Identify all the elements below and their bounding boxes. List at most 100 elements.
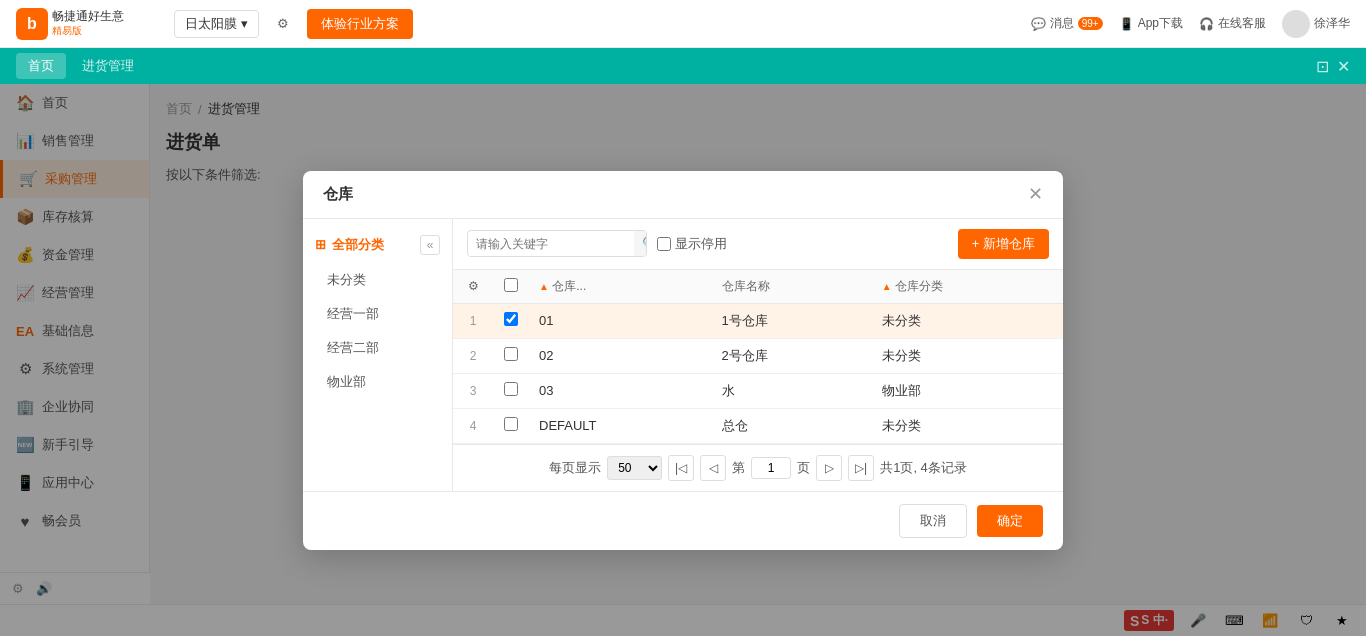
- modal-close-button[interactable]: ✕: [1028, 185, 1043, 203]
- row-code-2: 02: [529, 338, 712, 373]
- cat-item-property[interactable]: 物业部: [303, 365, 452, 399]
- settings-icon-button[interactable]: ⚙: [267, 8, 299, 40]
- modal-main-panel: 🔍 显示停用 + 新增仓库 ⚙: [453, 219, 1063, 491]
- dropdown-chevron-icon: ▾: [241, 16, 248, 31]
- user-name: 徐泽华: [1314, 15, 1350, 32]
- select-all-checkbox[interactable]: [504, 278, 518, 292]
- header-right: 💬 消息 99+ 📱 App下载 🎧 在线客服 徐泽华: [1031, 10, 1350, 38]
- modal-footer: 取消 确定: [303, 491, 1063, 550]
- row-num-4: 4: [453, 408, 493, 443]
- cat-item-dept2[interactable]: 经营二部: [303, 331, 452, 365]
- cat-item-dept1[interactable]: 经营一部: [303, 297, 452, 331]
- all-categories-button[interactable]: ⊞ 全部分类: [315, 236, 384, 254]
- row-name-3: 水: [712, 373, 872, 408]
- search-button[interactable]: 🔍: [634, 231, 647, 256]
- row-num-2: 2: [453, 338, 493, 373]
- logo-icon: b: [16, 8, 48, 40]
- row-cb-4: [493, 408, 529, 443]
- row-category-4: 未分类: [872, 408, 1063, 443]
- prev-page-button[interactable]: ◁: [700, 455, 726, 481]
- online-service-item[interactable]: 🎧 在线客服: [1199, 15, 1266, 32]
- row-cb-2: [493, 338, 529, 373]
- row-num-3: 3: [453, 373, 493, 408]
- category-sidebar: ⊞ 全部分类 « 未分类 经营一部 经营二部 物业部: [303, 219, 453, 491]
- avatar: [1282, 10, 1310, 38]
- row-category-1: 未分类: [872, 303, 1063, 338]
- app-download-label: App下载: [1138, 15, 1183, 32]
- row-category-2: 未分类: [872, 338, 1063, 373]
- last-page-button[interactable]: ▷|: [848, 455, 874, 481]
- row-checkbox-2[interactable]: [504, 347, 518, 361]
- row-name-4: 总仓: [712, 408, 872, 443]
- th-category: ▲ 仓库分类: [872, 270, 1063, 304]
- add-warehouse-button[interactable]: + 新增仓库: [958, 229, 1049, 259]
- sub-nav-purchase[interactable]: 进货管理: [70, 53, 146, 79]
- gear-icon: ⚙: [277, 16, 289, 31]
- category-collapse-button[interactable]: «: [420, 235, 440, 255]
- pagination-bar: 每页显示 50 20 100 |◁ ◁ 第 页 ▷ ▷| 共1页, 4: [453, 444, 1063, 491]
- window-restore-icon[interactable]: ⊡: [1316, 57, 1329, 76]
- all-categories-label: 全部分类: [332, 236, 384, 254]
- top-header: b 畅捷通好生意 精易版 日太阳膜 ▾ ⚙ 体验行业方案 💬 消息 99+ 📱 …: [0, 0, 1366, 48]
- table-row[interactable]: 1 01 1号仓库 未分类: [453, 303, 1063, 338]
- first-page-button[interactable]: |◁: [668, 455, 694, 481]
- row-code-4: DEFAULT: [529, 408, 712, 443]
- row-checkbox-1[interactable]: [504, 312, 518, 326]
- row-code-3: 03: [529, 373, 712, 408]
- page-label: 页: [797, 459, 810, 477]
- notification-label: 消息: [1050, 15, 1074, 32]
- page-number-input[interactable]: [751, 457, 791, 479]
- th-checkbox: [493, 270, 529, 304]
- confirm-button[interactable]: 确定: [977, 505, 1043, 537]
- row-category-3: 物业部: [872, 373, 1063, 408]
- th-settings: ⚙: [453, 270, 493, 304]
- show-disabled-toggle[interactable]: 显示停用: [657, 235, 727, 253]
- notification-item[interactable]: 💬 消息 99+: [1031, 15, 1103, 32]
- online-service-label: 在线客服: [1218, 15, 1266, 32]
- row-num-1: 1: [453, 303, 493, 338]
- th-name: 仓库名称: [712, 270, 872, 304]
- cat-header: ⊞ 全部分类 «: [303, 227, 452, 263]
- row-cb-1: [493, 303, 529, 338]
- search-box: 🔍: [467, 230, 647, 257]
- app-icon: 📱: [1119, 17, 1134, 31]
- store-selector[interactable]: 日太阳膜 ▾: [174, 10, 259, 38]
- show-disabled-checkbox[interactable]: [657, 237, 671, 251]
- page-label-pre: 第: [732, 459, 745, 477]
- table-row[interactable]: 2 02 2号仓库 未分类: [453, 338, 1063, 373]
- logo-sub: 精易版: [52, 24, 124, 38]
- window-close-icon[interactable]: ✕: [1337, 57, 1350, 76]
- logo-text: 畅捷通好生意: [52, 9, 124, 25]
- row-checkbox-3[interactable]: [504, 382, 518, 396]
- sub-header: 首页 进货管理 ⊡ ✕: [0, 48, 1366, 84]
- cat-item-unclassified[interactable]: 未分类: [303, 263, 452, 297]
- row-name-2: 2号仓库: [712, 338, 872, 373]
- table-row[interactable]: 4 DEFAULT 总仓 未分类: [453, 408, 1063, 443]
- next-page-button[interactable]: ▷: [816, 455, 842, 481]
- per-page-label: 每页显示: [549, 459, 601, 477]
- row-cb-3: [493, 373, 529, 408]
- row-name-1: 1号仓库: [712, 303, 872, 338]
- show-disabled-label: 显示停用: [675, 235, 727, 253]
- search-input[interactable]: [468, 232, 634, 256]
- app-download-item[interactable]: 📱 App下载: [1119, 15, 1183, 32]
- store-name: 日太阳膜: [185, 15, 237, 33]
- modal-toolbar: 🔍 显示停用 + 新增仓库: [453, 219, 1063, 270]
- cancel-button[interactable]: 取消: [899, 504, 967, 538]
- per-page-select[interactable]: 50 20 100: [607, 456, 662, 480]
- user-profile-item[interactable]: 徐泽华: [1282, 10, 1350, 38]
- modal-header: 仓库 ✕: [303, 171, 1063, 219]
- warehouse-modal: 仓库 ✕ ⊞ 全部分类 « 未分类 经营一部 经营二部: [303, 171, 1063, 550]
- notification-badge: 99+: [1078, 17, 1103, 30]
- pagination-summary: 共1页, 4条记录: [880, 459, 967, 477]
- main-layout: 🏠 首页 📊 销售管理 🛒 采购管理 📦 库存核算 💰 资金管理 📈 经营管理 …: [0, 84, 1366, 636]
- modal-overlay: 仓库 ✕ ⊞ 全部分类 « 未分类 经营一部 经营二部: [0, 84, 1366, 636]
- table-row[interactable]: 3 03 水 物业部: [453, 373, 1063, 408]
- sort-icon-cat: ▲: [882, 281, 892, 292]
- modal-body: ⊞ 全部分类 « 未分类 经营一部 经营二部 物业部: [303, 219, 1063, 491]
- logo-area: b 畅捷通好生意 精易版: [16, 8, 166, 40]
- trial-button[interactable]: 体验行业方案: [307, 9, 413, 39]
- row-code-1: 01: [529, 303, 712, 338]
- sub-nav-home[interactable]: 首页: [16, 53, 66, 79]
- row-checkbox-4[interactable]: [504, 417, 518, 431]
